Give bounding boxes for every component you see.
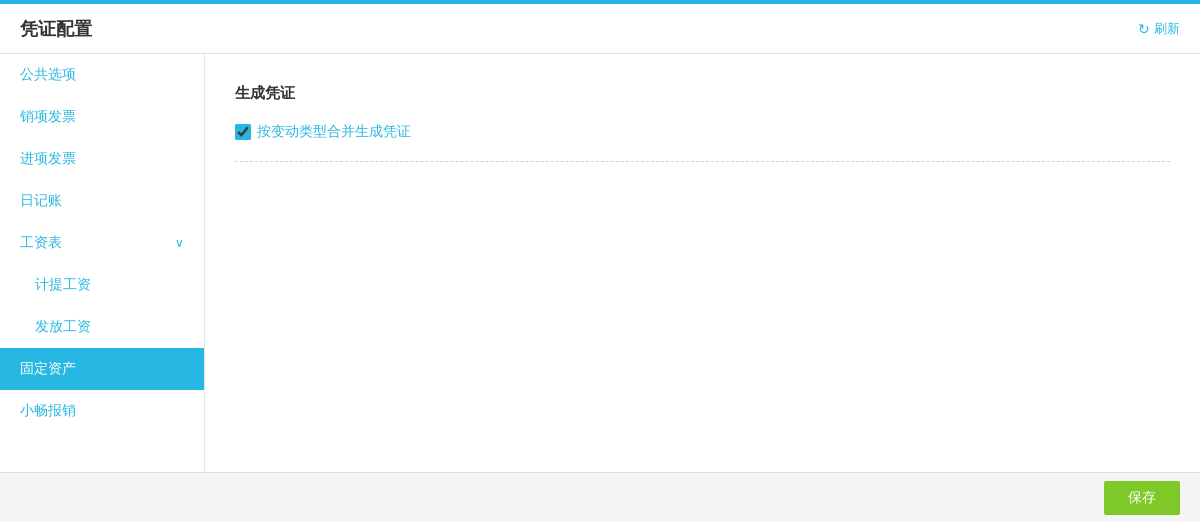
content-area: 生成凭证 按变动类型合并生成凭证 (205, 54, 1200, 472)
header: 凭证配置 ↻ 刷新 (0, 4, 1200, 54)
merge-voucher-label: 按变动类型合并生成凭证 (257, 123, 411, 141)
sidebar-item-label: 固定资产 (20, 360, 76, 378)
sidebar-item-label: 销项发票 (20, 108, 76, 126)
app-container: 凭证配置 ↻ 刷新 公共选项 销项发票 进项发票 日记账 工资表 ∨ (0, 0, 1200, 522)
sidebar-item-label: 工资表 (20, 234, 62, 252)
refresh-icon: ↻ (1138, 21, 1150, 37)
sidebar-item-payroll[interactable]: 工资表 ∨ (0, 222, 204, 264)
sidebar-item-label: 发放工资 (35, 318, 91, 336)
merge-voucher-checkbox[interactable] (235, 124, 251, 140)
sidebar-item-label: 进项发票 (20, 150, 76, 168)
main-content: 公共选项 销项发票 进项发票 日记账 工资表 ∨ 计提工资 发放工资 固定资 (0, 54, 1200, 472)
section-title: 生成凭证 (235, 84, 1170, 103)
sidebar-item-purchase-invoice[interactable]: 进项发票 (0, 138, 204, 180)
sidebar-item-public[interactable]: 公共选项 (0, 54, 204, 96)
sidebar-item-sales-invoice[interactable]: 销项发票 (0, 96, 204, 138)
sidebar-item-label: 公共选项 (20, 66, 76, 84)
sidebar-item-calc-salary[interactable]: 计提工资 (0, 264, 204, 306)
save-button[interactable]: 保存 (1104, 481, 1180, 515)
footer: 保存 (0, 472, 1200, 522)
sidebar-item-label: 小畅报销 (20, 402, 76, 420)
sidebar-item-journal[interactable]: 日记账 (0, 180, 204, 222)
page-title: 凭证配置 (20, 17, 92, 41)
checkbox-row: 按变动类型合并生成凭证 (235, 123, 1170, 141)
sidebar-item-expense[interactable]: 小畅报销 (0, 390, 204, 432)
sidebar-item-label: 日记账 (20, 192, 62, 210)
section-divider (235, 161, 1170, 162)
refresh-label: 刷新 (1154, 20, 1180, 38)
chevron-down-icon: ∨ (175, 236, 184, 250)
sidebar-item-fixed-assets[interactable]: 固定资产 (0, 348, 204, 390)
refresh-button[interactable]: ↻ 刷新 (1138, 20, 1180, 38)
merge-voucher-checkbox-label[interactable]: 按变动类型合并生成凭证 (235, 123, 411, 141)
sidebar: 公共选项 销项发票 进项发票 日记账 工资表 ∨ 计提工资 发放工资 固定资 (0, 54, 205, 472)
sidebar-item-pay-salary[interactable]: 发放工资 (0, 306, 204, 348)
sidebar-item-label: 计提工资 (35, 276, 91, 294)
